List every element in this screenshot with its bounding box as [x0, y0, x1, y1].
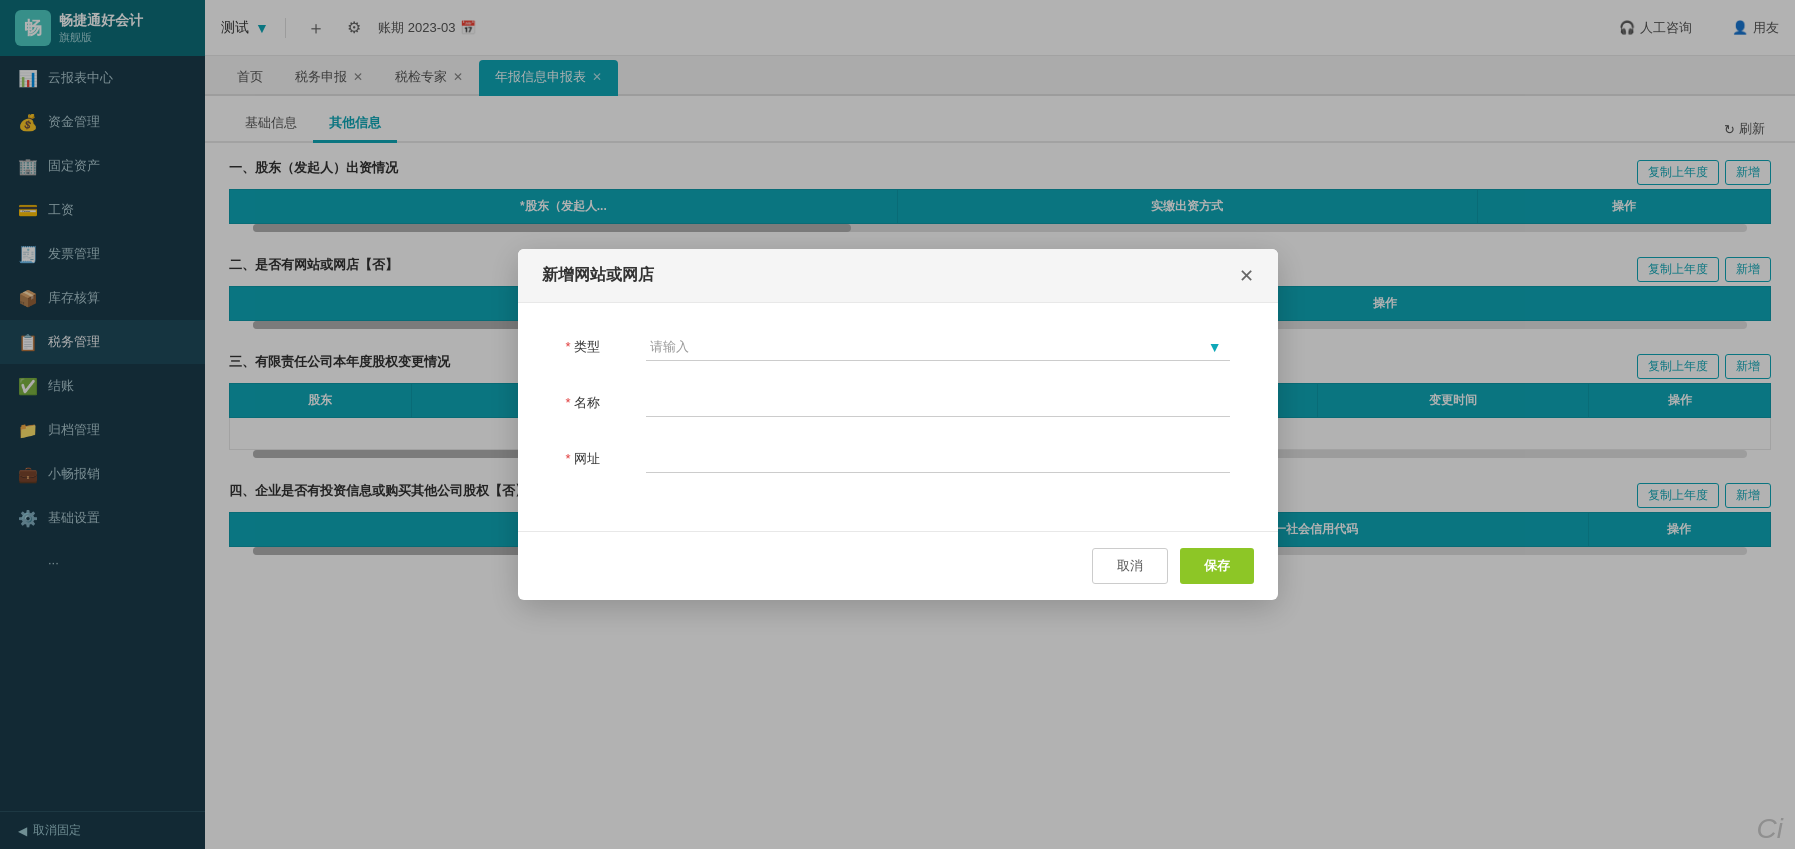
- type-label: * 类型: [566, 338, 646, 356]
- url-field: [646, 445, 1230, 473]
- modal-footer: 取消 保存: [518, 531, 1278, 600]
- url-label: * 网址: [566, 450, 646, 468]
- type-field: 请输入 ▼: [646, 333, 1230, 361]
- name-label: * 名称: [566, 394, 646, 412]
- form-row-url: * 网址: [566, 445, 1230, 473]
- modal-header: 新增网站或网店 ✕: [518, 249, 1278, 303]
- modal-overlay: 新增网站或网店 ✕ * 类型 请输入 ▼ *: [0, 0, 1795, 849]
- modal-dialog: 新增网站或网店 ✕ * 类型 请输入 ▼ *: [518, 249, 1278, 600]
- name-field: [646, 389, 1230, 417]
- form-row-type: * 类型 请输入 ▼: [566, 333, 1230, 361]
- modal-body: * 类型 请输入 ▼ * 名称: [518, 303, 1278, 531]
- type-select[interactable]: 请输入: [646, 333, 1230, 361]
- modal-title: 新增网站或网店: [542, 265, 654, 286]
- cancel-button[interactable]: 取消: [1092, 548, 1168, 584]
- modal-close-button[interactable]: ✕: [1239, 267, 1254, 285]
- name-input[interactable]: [646, 389, 1230, 417]
- save-button[interactable]: 保存: [1180, 548, 1254, 584]
- form-row-name: * 名称: [566, 389, 1230, 417]
- url-input[interactable]: [646, 445, 1230, 473]
